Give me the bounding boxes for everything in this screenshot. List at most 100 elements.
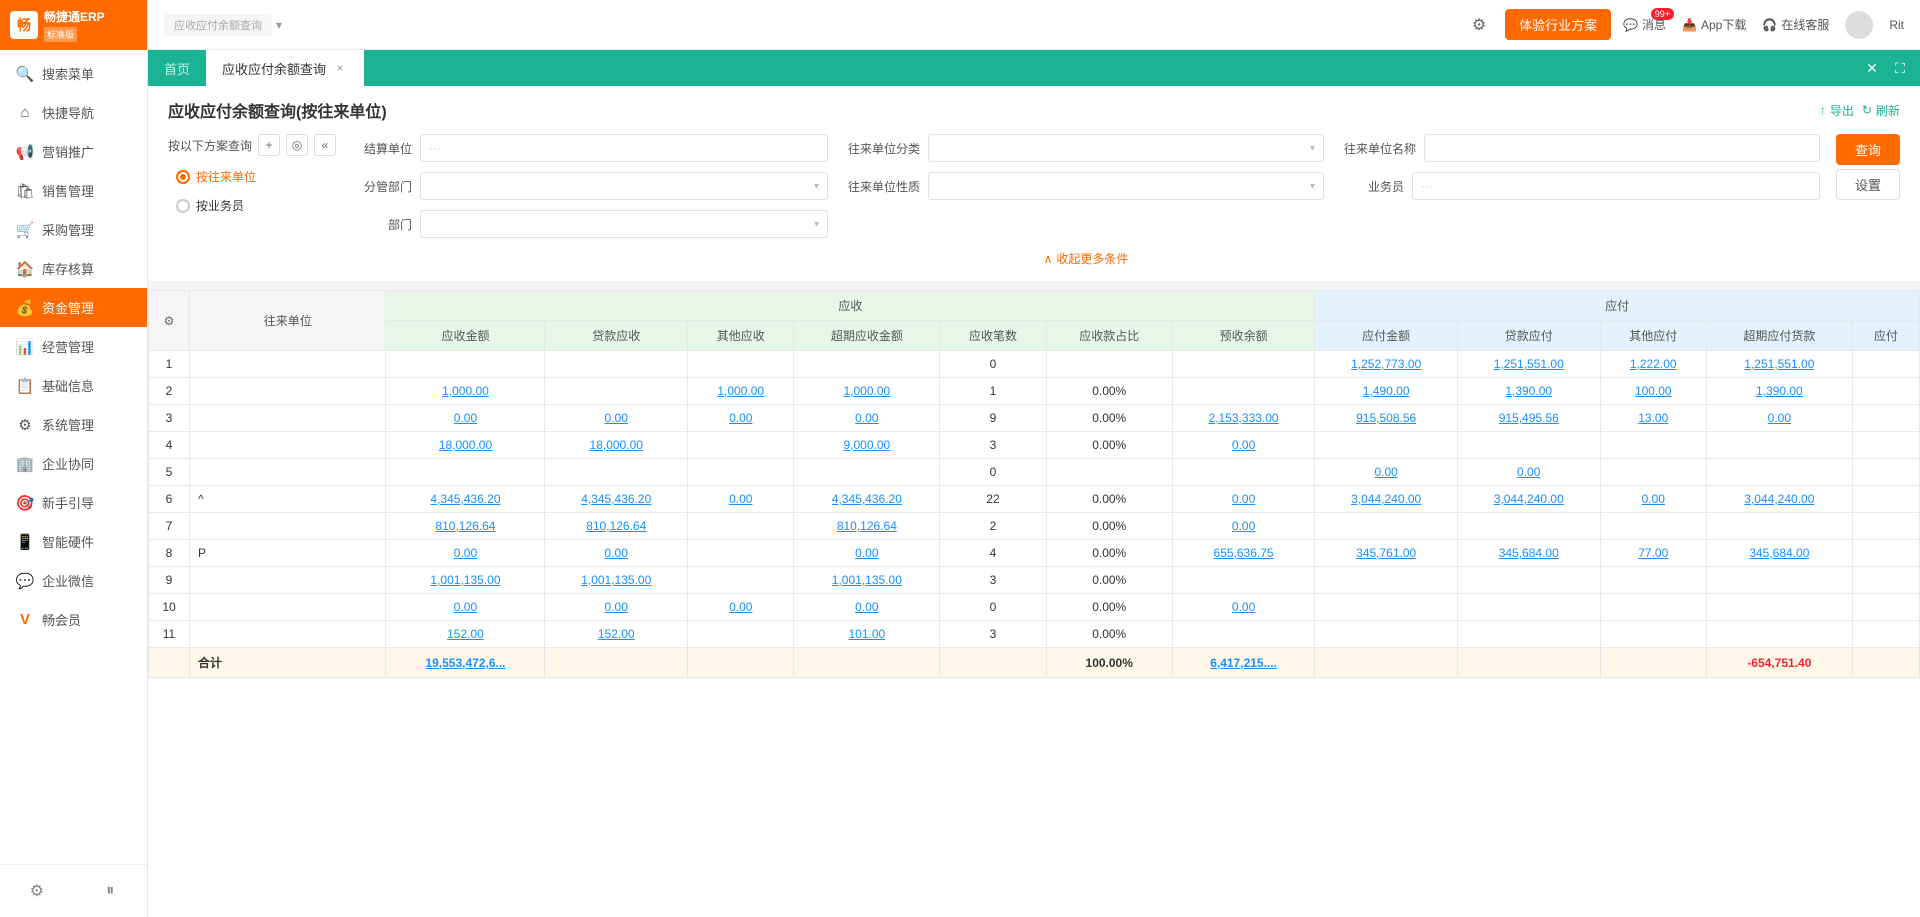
row-rec-amount[interactable]: 0.00 xyxy=(386,405,545,432)
row-pay-overdue[interactable]: 345,684.00 xyxy=(1706,540,1852,567)
partner-name-input[interactable] xyxy=(1424,134,1820,162)
sidebar-item-base[interactable]: 📋 基础信息 xyxy=(0,366,147,405)
row-rec-overdue[interactable]: 9,000.00 xyxy=(794,432,940,459)
query-button[interactable]: 查询 xyxy=(1836,134,1900,165)
partner-nature-input[interactable]: ▾ xyxy=(928,172,1324,200)
online-service-button[interactable]: 🎧 在线客服 xyxy=(1762,16,1829,33)
row-rec-loan[interactable]: 0.00 xyxy=(545,405,688,432)
row-pay-loan[interactable]: 345,684.00 xyxy=(1457,540,1600,567)
row-rec-prepay[interactable]: 2,153,333.00 xyxy=(1172,405,1315,432)
row-pay-loan[interactable]: 1,251,551.00 xyxy=(1457,351,1600,378)
app-download-button[interactable]: 📥 App下载 xyxy=(1682,16,1746,33)
sub-dept-input[interactable]: ▾ xyxy=(420,210,828,238)
row-rec-loan[interactable]: 0.00 xyxy=(545,540,688,567)
row-pay-other[interactable]: 77.00 xyxy=(1600,540,1706,567)
row-rec-amount[interactable]: 1,001,135.00 xyxy=(386,567,545,594)
salesperson-input[interactable]: ··· xyxy=(1412,172,1820,200)
row-rec-prepay[interactable]: 655,636.75 xyxy=(1172,540,1315,567)
row-pay-amount[interactable]: 0.00 xyxy=(1315,459,1458,486)
row-rec-amount[interactable]: 18,000.00 xyxy=(386,432,545,459)
sidebar-item-inventory[interactable]: 🏠 库存核算 xyxy=(0,249,147,288)
sidebar-item-operation[interactable]: 📊 经营管理 xyxy=(0,327,147,366)
row-rec-loan[interactable]: 0.00 xyxy=(545,594,688,621)
row-pay-amount[interactable]: 1,252,773.00 xyxy=(1315,351,1458,378)
row-rec-amount[interactable]: 0.00 xyxy=(386,540,545,567)
row-pay-overdue[interactable]: 0.00 xyxy=(1706,405,1852,432)
set-button[interactable]: 设置 xyxy=(1836,169,1900,200)
sidebar-item-guide[interactable]: 🎯 新手引导 xyxy=(0,483,147,522)
row-rec-overdue[interactable]: 0.00 xyxy=(794,405,940,432)
collapse-btn[interactable]: ⏸ xyxy=(94,875,126,907)
row-rec-prepay[interactable]: 0.00 xyxy=(1172,486,1315,513)
sidebar-item-corp[interactable]: 🏢 企业协同 xyxy=(0,444,147,483)
row-pay-amount[interactable]: 345,761.00 xyxy=(1315,540,1458,567)
export-button[interactable]: ↑ 导出 xyxy=(1820,102,1854,119)
row-rec-prepay[interactable]: 0.00 xyxy=(1172,594,1315,621)
row-rec-other[interactable]: 0.00 xyxy=(688,486,794,513)
row-pay-loan[interactable]: 1,390.00 xyxy=(1457,378,1600,405)
sidebar-item-purchase[interactable]: 🛒 采购管理 xyxy=(0,210,147,249)
avatar[interactable] xyxy=(1845,11,1873,39)
row-pay-overdue[interactable]: 1,251,551.00 xyxy=(1706,351,1852,378)
sidebar-item-finance[interactable]: 💰 资金管理 xyxy=(0,288,147,327)
row-pay-loan[interactable]: 915,495.56 xyxy=(1457,405,1600,432)
settings-icon[interactable]: ⚙ xyxy=(1465,11,1493,39)
partner-category-input[interactable]: ▾ xyxy=(928,134,1324,162)
row-rec-loan[interactable]: 4,345,436.20 xyxy=(545,486,688,513)
footer-rec-prepay[interactable]: 6,417,215.... xyxy=(1172,648,1315,678)
row-rec-loan[interactable]: 1,001,135.00 xyxy=(545,567,688,594)
row-pay-overdue[interactable]: 3,044,240.00 xyxy=(1706,486,1852,513)
row-rec-overdue[interactable]: 0.00 xyxy=(794,540,940,567)
collapse-more-button[interactable]: ∧ 收起更多条件 xyxy=(352,246,1820,273)
row-rec-other[interactable]: 0.00 xyxy=(688,594,794,621)
row-pay-loan[interactable]: 3,044,240.00 xyxy=(1457,486,1600,513)
row-rec-amount[interactable]: 4,345,436.20 xyxy=(386,486,545,513)
table-container[interactable]: ⚙ 往来单位 应收 应付 应收金额 贷款应收 其他应收 超期应收金额 应收笔数 … xyxy=(148,290,1920,917)
sidebar-item-wechat[interactable]: 💬 企业微信 xyxy=(0,561,147,600)
row-pay-other[interactable]: 1,222.00 xyxy=(1600,351,1706,378)
tab-close-icon[interactable]: × xyxy=(332,60,348,76)
sidebar-item-nav[interactable]: ⌂ 快捷导航 xyxy=(0,93,147,132)
row-pay-other[interactable]: 13.00 xyxy=(1600,405,1706,432)
row-rec-amount[interactable]: 152.00 xyxy=(386,621,545,648)
row-rec-loan[interactable]: 18,000.00 xyxy=(545,432,688,459)
sidebar-item-marketing[interactable]: 📢 营销推广 xyxy=(0,132,147,171)
row-rec-overdue[interactable]: 101.00 xyxy=(794,621,940,648)
row-rec-amount[interactable]: 0.00 xyxy=(386,594,545,621)
scheme-item-business[interactable]: 按业务员 xyxy=(168,193,336,218)
row-rec-overdue[interactable]: 1,001,135.00 xyxy=(794,567,940,594)
tab-close-all-icon[interactable]: ✕ xyxy=(1860,56,1884,80)
sidebar-item-member[interactable]: V 畅会员 xyxy=(0,600,147,639)
row-rec-overdue[interactable]: 4,345,436.20 xyxy=(794,486,940,513)
sidebar-item-hardware[interactable]: 📱 智能硬件 xyxy=(0,522,147,561)
edit-scheme-btn[interactable]: ◎ xyxy=(286,134,308,156)
row-rec-loan[interactable]: 810,126.64 xyxy=(545,513,688,540)
row-rec-other[interactable]: 0.00 xyxy=(688,405,794,432)
settings-bottom-btn[interactable]: ⚙ xyxy=(21,875,53,907)
refresh-button[interactable]: ↻ 刷新 xyxy=(1862,102,1900,119)
tab-home[interactable]: 首页 xyxy=(148,50,206,86)
row-pay-amount[interactable]: 1,490.00 xyxy=(1315,378,1458,405)
dept-input[interactable]: ▾ xyxy=(420,172,828,200)
row-rec-overdue[interactable]: 810,126.64 xyxy=(794,513,940,540)
footer-rec-amount[interactable]: 19,553,472,6... xyxy=(386,648,545,678)
row-rec-amount[interactable]: 810,126.64 xyxy=(386,513,545,540)
sidebar-item-search[interactable]: 🔍 搜索菜单 xyxy=(0,54,147,93)
row-pay-overdue[interactable]: 1,390.00 xyxy=(1706,378,1852,405)
row-rec-loan[interactable]: 152.00 xyxy=(545,621,688,648)
trial-button[interactable]: 体验行业方案 xyxy=(1505,9,1611,40)
tab-balance[interactable]: 应收应付余额查询 × xyxy=(206,50,364,86)
table-gear-icon[interactable]: ⚙ xyxy=(157,309,181,333)
settlement-input[interactable]: ··· xyxy=(420,134,828,162)
row-rec-amount[interactable]: 1,000.00 xyxy=(386,378,545,405)
more-scheme-btn[interactable]: « xyxy=(314,134,336,156)
username[interactable]: Rit xyxy=(1889,18,1904,32)
sidebar-item-sales[interactable]: 🛍 销售管理 xyxy=(0,171,147,210)
row-rec-prepay[interactable]: 0.00 xyxy=(1172,513,1315,540)
row-rec-prepay[interactable]: 0.00 xyxy=(1172,432,1315,459)
row-pay-amount[interactable]: 915,508.56 xyxy=(1315,405,1458,432)
row-rec-other[interactable]: 1,000.00 xyxy=(688,378,794,405)
row-pay-other[interactable]: 0.00 xyxy=(1600,486,1706,513)
add-scheme-btn[interactable]: + xyxy=(258,134,280,156)
tab-maximize-icon[interactable]: ⛶ xyxy=(1888,56,1912,80)
